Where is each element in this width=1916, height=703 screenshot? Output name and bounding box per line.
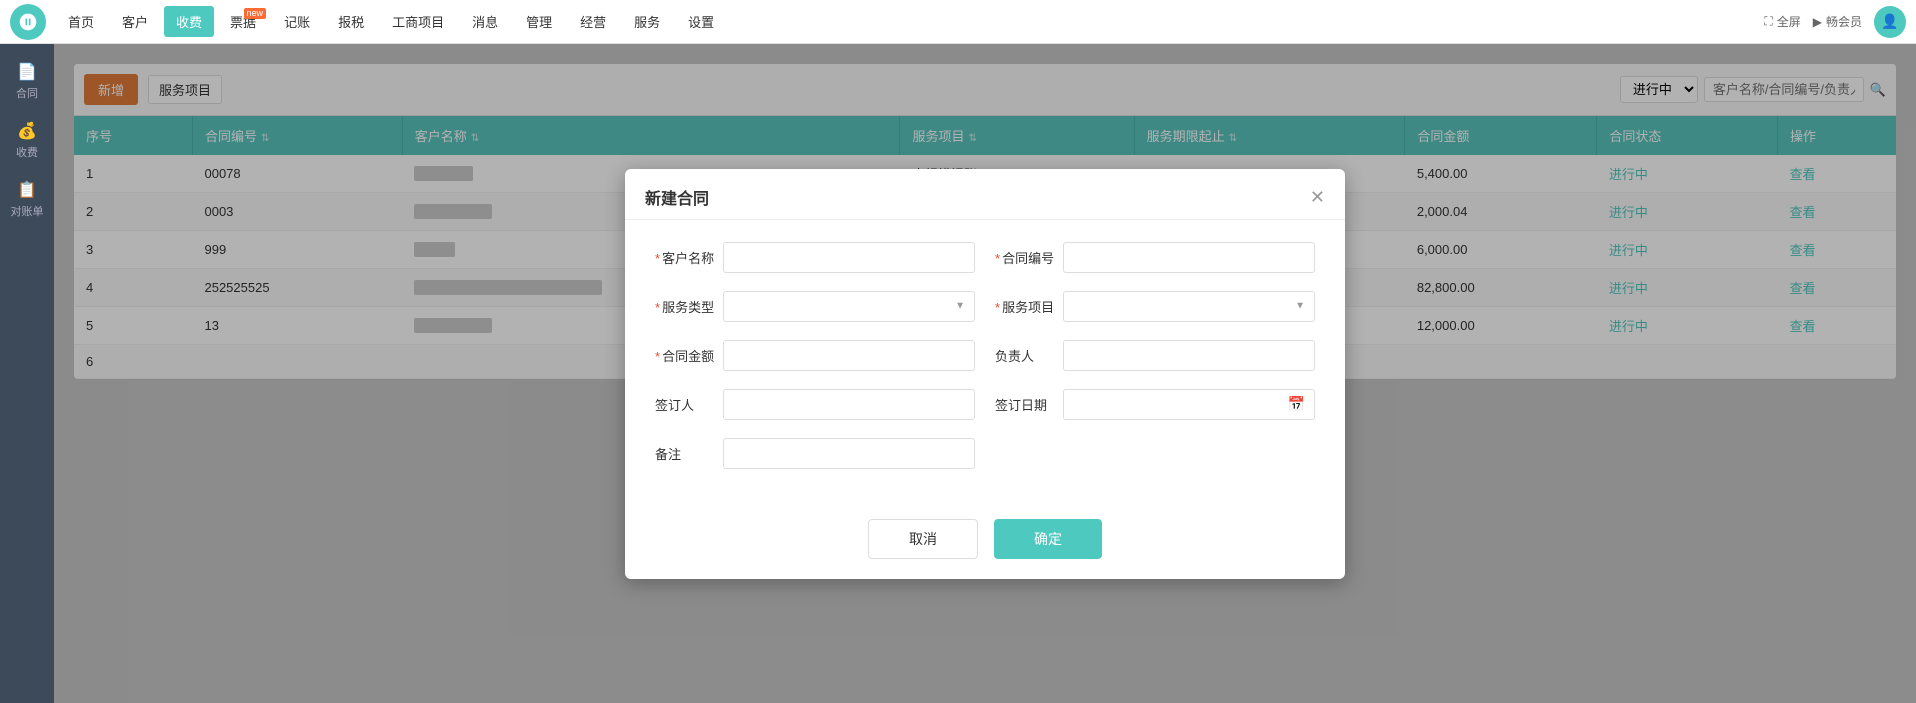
confirm-button[interactable]: 确定 bbox=[994, 519, 1102, 559]
nav-service[interactable]: 服务 bbox=[622, 6, 672, 37]
modal-body: *客户名称 *合同编号 bbox=[625, 226, 1345, 503]
sign-date-wrapper: 2023-06-06 📅 bbox=[1063, 389, 1315, 420]
form-group-amount: *合同金额 0.00 bbox=[655, 340, 975, 371]
nav-account[interactable]: 记账 bbox=[272, 6, 322, 37]
new-badge: new bbox=[244, 8, 267, 19]
sidebar: 📄 合同 💰 收费 📋 对账单 bbox=[0, 44, 54, 703]
form-group-service-item: *服务项目 ▼ bbox=[995, 291, 1315, 322]
content-area: 新增 服务项目 进行中 已完成 已终止 🔍 序号 合同编 bbox=[54, 44, 1916, 703]
amount-label: *合同金额 bbox=[655, 346, 715, 365]
remarks-input[interactable] bbox=[723, 438, 975, 469]
form-row-2: *服务类型 ▼ *服务项目 bbox=[655, 291, 1315, 322]
modal-header: 新建合同 ✕ bbox=[625, 169, 1345, 219]
calendar-icon[interactable]: 📅 bbox=[1288, 396, 1305, 413]
user-avatar[interactable]: 👤 bbox=[1874, 6, 1906, 38]
amount-input[interactable]: 0.00 bbox=[723, 340, 975, 371]
modal-close-button[interactable]: ✕ bbox=[1310, 188, 1325, 206]
nav-ticket[interactable]: 票据 new bbox=[218, 6, 268, 37]
service-type-wrapper: ▼ bbox=[723, 291, 975, 322]
form-group-remarks: 备注 bbox=[655, 438, 975, 469]
top-navigation: 首页 客户 收费 票据 new 记账 报税 工商项目 消息 管理 经营 服务 设… bbox=[0, 0, 1916, 44]
sidebar-item-fee[interactable]: 💰 收费 bbox=[3, 113, 51, 168]
form-row-5: 备注 bbox=[655, 438, 1315, 469]
form-group-service-type: *服务类型 ▼ bbox=[655, 291, 975, 322]
service-item-select[interactable] bbox=[1063, 291, 1315, 322]
member-button[interactable]: ▶ 畅会员 bbox=[1813, 13, 1862, 30]
contract-no-label: *合同编号 bbox=[995, 248, 1055, 267]
nav-operate[interactable]: 经营 bbox=[568, 6, 618, 37]
service-item-wrapper: ▼ bbox=[1063, 291, 1315, 322]
form-row-1: *客户名称 *合同编号 bbox=[655, 242, 1315, 273]
statement-icon: 📋 bbox=[17, 180, 37, 200]
nav-client[interactable]: 客户 bbox=[110, 6, 160, 37]
sign-date-label: 签订日期 bbox=[995, 395, 1055, 414]
nav-home[interactable]: 首页 bbox=[56, 6, 106, 37]
fullscreen-label: 全屏 bbox=[1777, 13, 1801, 30]
new-contract-modal: 新建合同 ✕ *客户名称 bbox=[625, 169, 1345, 579]
sidebar-item-statement[interactable]: 📋 对账单 bbox=[3, 172, 51, 227]
client-name-label: *客户名称 bbox=[655, 248, 715, 267]
remarks-label: 备注 bbox=[655, 444, 715, 463]
contract-no-input[interactable] bbox=[1063, 242, 1315, 273]
responsible-label: 负责人 bbox=[995, 346, 1055, 365]
modal-footer: 取消 确定 bbox=[625, 503, 1345, 579]
signer-input[interactable] bbox=[723, 389, 975, 420]
sidebar-statement-label: 对账单 bbox=[11, 203, 44, 219]
fullscreen-icon: ⛶ bbox=[1764, 14, 1772, 29]
form-group-contract-no: *合同编号 bbox=[995, 242, 1315, 273]
main-container: 📄 合同 💰 收费 📋 对账单 新增 服务项目 进行中 已完成 已终止 bbox=[0, 44, 1916, 703]
nav-tax[interactable]: 报税 bbox=[326, 6, 376, 37]
fullscreen-button[interactable]: ⛶ 全屏 bbox=[1764, 13, 1800, 30]
form-group-signer: 签订人 bbox=[655, 389, 975, 420]
sidebar-item-contract[interactable]: 📄 合同 bbox=[3, 54, 51, 109]
cancel-button[interactable]: 取消 bbox=[868, 519, 978, 559]
nav-invoice[interactable]: 收费 bbox=[164, 6, 214, 37]
client-name-input[interactable] bbox=[723, 242, 975, 273]
nav-right: ⛶ 全屏 ▶ 畅会员 👤 bbox=[1764, 6, 1906, 38]
form-group-client-name: *客户名称 bbox=[655, 242, 975, 273]
service-type-select[interactable] bbox=[723, 291, 975, 322]
sign-date-input[interactable]: 2023-06-06 bbox=[1063, 389, 1315, 420]
service-item-label: *服务项目 bbox=[995, 297, 1055, 316]
fee-icon: 💰 bbox=[17, 121, 37, 141]
nav-manage[interactable]: 管理 bbox=[514, 6, 564, 37]
form-group-responsible: 负责人 bbox=[995, 340, 1315, 371]
app-logo bbox=[10, 4, 46, 40]
form-row-3: *合同金额 0.00 负责人 bbox=[655, 340, 1315, 371]
service-type-label: *服务类型 bbox=[655, 297, 715, 316]
sidebar-fee-label: 收费 bbox=[16, 144, 38, 160]
nav-message[interactable]: 消息 bbox=[460, 6, 510, 37]
form-group-sign-date: 签订日期 2023-06-06 📅 bbox=[995, 389, 1315, 420]
sidebar-contract-label: 合同 bbox=[16, 85, 38, 101]
responsible-input[interactable] bbox=[1063, 340, 1315, 371]
member-label: 畅会员 bbox=[1826, 13, 1862, 30]
member-icon: ▶ bbox=[1813, 15, 1822, 29]
form-row-4: 签订人 签订日期 2023-06-06 📅 bbox=[655, 389, 1315, 420]
nav-business[interactable]: 工商项目 bbox=[380, 6, 456, 37]
contract-icon: 📄 bbox=[17, 62, 37, 82]
nav-items: 首页 客户 收费 票据 new 记账 报税 工商项目 消息 管理 经营 服务 设… bbox=[56, 6, 1764, 37]
signer-label: 签订人 bbox=[655, 395, 715, 414]
nav-settings[interactable]: 设置 bbox=[676, 6, 726, 37]
modal-title: 新建合同 bbox=[645, 185, 709, 209]
modal-overlay: 新建合同 ✕ *客户名称 bbox=[54, 44, 1916, 703]
